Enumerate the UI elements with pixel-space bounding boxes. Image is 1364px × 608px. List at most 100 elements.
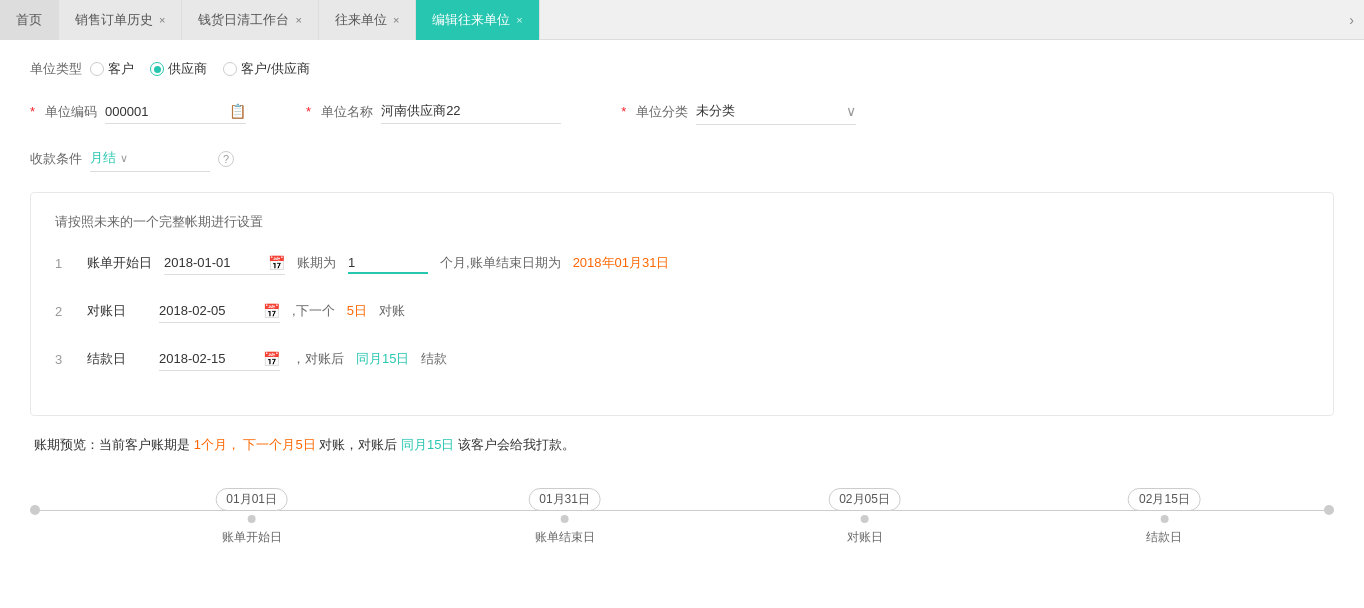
radio-customer-supplier-circle xyxy=(223,62,237,76)
row-num-2: 2 xyxy=(55,304,75,319)
settlement-desc-prefix: ，对账后 xyxy=(292,350,344,368)
timeline-end-dot xyxy=(1324,505,1334,515)
preview-part1: 1个月， xyxy=(194,437,240,452)
start-date-calendar-icon[interactable]: 📅 xyxy=(268,255,285,271)
radio-supplier-circle xyxy=(150,62,164,76)
start-date-input[interactable] xyxy=(164,251,264,274)
tab-cash-desk[interactable]: 钱货日清工作台 × xyxy=(182,0,318,40)
tab-partner-units[interactable]: 往来单位 × xyxy=(319,0,416,40)
row-label-3: 结款日 xyxy=(87,350,147,368)
reconcile-desc-highlight: 5日 xyxy=(347,302,367,320)
preview-text: 账期预览：当前客户账期是 1个月， 下一个月5日 对账，对账后 同月15日 该客… xyxy=(30,436,1334,454)
row-num-3: 3 xyxy=(55,352,75,367)
timeline-node-3: 02月05日 对账日 xyxy=(828,488,901,546)
preview-part4: 同月15日 xyxy=(401,437,454,452)
timeline-node-2-label: 账单结束日 xyxy=(535,529,595,546)
setting-row-1: 1 账单开始日 📅 账期为 个月,账单结束日期为 2018年01月31日 xyxy=(55,251,1309,275)
radio-customer[interactable]: 客户 xyxy=(90,60,134,78)
tab-home[interactable]: 首页 xyxy=(0,0,59,40)
unit-code-input[interactable] xyxy=(105,100,225,123)
unit-category-group: * 单位分类 未分类 ∨ xyxy=(621,98,856,125)
payment-terms-value: 月结 xyxy=(90,149,116,167)
tab-sales-history[interactable]: 销售订单历史 × xyxy=(59,0,182,40)
unit-code-group: * 单位编码 📋 xyxy=(30,100,246,124)
reconcile-date-input-wrapper: 📅 xyxy=(159,299,280,323)
tab-edit-partner-close[interactable]: × xyxy=(516,14,522,26)
settlement-desc-suffix: 结款 xyxy=(421,350,447,368)
period-label: 账期为 xyxy=(297,254,336,272)
tab-sales-history-close[interactable]: × xyxy=(159,14,165,26)
tab-sales-history-label: 销售订单历史 xyxy=(75,11,153,29)
unit-info-row: * 单位编码 📋 * 单位名称 * 单位分类 未分类 ∨ xyxy=(30,98,1334,125)
settlement-date-input[interactable] xyxy=(159,347,259,370)
row-label-2: 对账日 xyxy=(87,302,147,320)
preview-part2: 下一个月5日 xyxy=(243,437,315,452)
payment-terms-group: 收款条件 月结 ∨ ? xyxy=(30,145,234,172)
row-label-1: 账单开始日 xyxy=(87,254,152,272)
unit-category-select[interactable]: 未分类 ∨ xyxy=(696,98,856,125)
radio-customer-supplier[interactable]: 客户/供应商 xyxy=(223,60,310,78)
reconcile-desc-prefix: ,下一个 xyxy=(292,302,335,320)
period-end-date: 2018年01月31日 xyxy=(573,254,670,272)
unit-name-input[interactable] xyxy=(381,100,561,124)
preview-label: 账期预览：当前客户账期是 xyxy=(34,437,190,452)
section-title: 请按照未来的一个完整帐期进行设置 xyxy=(55,213,1309,231)
timeline: 01月01日 账单开始日 01月31日 账单结束日 02月05日 对账日 02月… xyxy=(30,478,1334,588)
settings-section: 请按照未来的一个完整帐期进行设置 1 账单开始日 📅 账期为 个月,账单结束日期… xyxy=(30,192,1334,416)
settlement-date-calendar-icon[interactable]: 📅 xyxy=(263,351,280,367)
unit-category-value: 未分类 xyxy=(696,102,735,120)
tab-home-label: 首页 xyxy=(16,11,42,29)
payment-terms-select[interactable]: 月结 ∨ xyxy=(90,145,210,172)
radio-supplier[interactable]: 供应商 xyxy=(150,60,207,78)
reconcile-desc-suffix: 对账 xyxy=(379,302,405,320)
unit-name-label: 单位名称 xyxy=(321,103,373,121)
timeline-node-3-badge: 02月05日 xyxy=(828,488,901,511)
timeline-node-1-badge: 01月01日 xyxy=(215,488,288,511)
timeline-node-2-dot xyxy=(561,515,569,523)
radio-group: 客户 供应商 客户/供应商 xyxy=(90,60,310,78)
unit-type-row: 单位类型 客户 供应商 客户/供应商 xyxy=(30,60,1334,78)
radio-supplier-label: 供应商 xyxy=(168,60,207,78)
payment-terms-row: 收款条件 月结 ∨ ? xyxy=(30,145,1334,172)
row-num-1: 1 xyxy=(55,256,75,271)
timeline-node-3-dot xyxy=(861,515,869,523)
settlement-desc-highlight: 同月15日 xyxy=(356,350,409,368)
reconcile-date-calendar-icon[interactable]: 📅 xyxy=(263,303,280,319)
settlement-date-input-wrapper: 📅 xyxy=(159,347,280,371)
tabs-bar: 首页 销售订单历史 × 钱货日清工作台 × 往来单位 × 编辑往来单位 × › xyxy=(0,0,1364,40)
payment-terms-help[interactable]: ? xyxy=(218,151,234,167)
timeline-node-4-dot xyxy=(1160,515,1168,523)
main-content: 单位类型 客户 供应商 客户/供应商 * 单位编码 xyxy=(0,40,1364,608)
timeline-node-2: 01月31日 账单结束日 xyxy=(528,488,601,546)
tab-edit-partner[interactable]: 编辑往来单位 × xyxy=(416,0,539,40)
timeline-node-3-label: 对账日 xyxy=(847,529,883,546)
timeline-start-dot xyxy=(30,505,40,515)
payment-terms-label: 收款条件 xyxy=(30,150,82,168)
unit-code-icon[interactable]: 📋 xyxy=(229,103,246,119)
unit-code-label: 单位编码 xyxy=(45,103,97,121)
timeline-node-2-badge: 01月31日 xyxy=(528,488,601,511)
tab-cash-desk-close[interactable]: × xyxy=(295,14,301,26)
preview-part5: 该客户会给我打款。 xyxy=(458,437,575,452)
tab-cash-desk-label: 钱货日清工作台 xyxy=(198,11,289,29)
unit-name-star: * xyxy=(306,104,311,119)
tabs-scroll-right[interactable]: › xyxy=(1339,0,1364,39)
timeline-node-1-dot xyxy=(248,515,256,523)
unit-type-label: 单位类型 xyxy=(30,60,82,78)
unit-category-star: * xyxy=(621,104,626,119)
reconcile-date-input[interactable] xyxy=(159,299,259,322)
unit-code-input-wrapper: 📋 xyxy=(105,100,246,124)
timeline-node-4-label: 结款日 xyxy=(1146,529,1182,546)
period-value-input[interactable] xyxy=(348,253,428,274)
unit-category-chevron: ∨ xyxy=(846,103,856,119)
timeline-node-1-label: 账单开始日 xyxy=(222,529,282,546)
timeline-node-4-badge: 02月15日 xyxy=(1128,488,1201,511)
period-unit: 个月,账单结束日期为 xyxy=(440,254,561,272)
tab-partner-units-close[interactable]: × xyxy=(393,14,399,26)
start-date-input-wrapper: 📅 xyxy=(164,251,285,275)
tab-edit-partner-label: 编辑往来单位 xyxy=(432,11,510,29)
setting-row-2: 2 对账日 📅 ,下一个 5日 对账 xyxy=(55,299,1309,323)
setting-row-3: 3 结款日 📅 ，对账后 同月15日 结款 xyxy=(55,347,1309,371)
timeline-node-1: 01月01日 账单开始日 xyxy=(215,488,288,546)
unit-name-group: * 单位名称 xyxy=(306,100,561,124)
